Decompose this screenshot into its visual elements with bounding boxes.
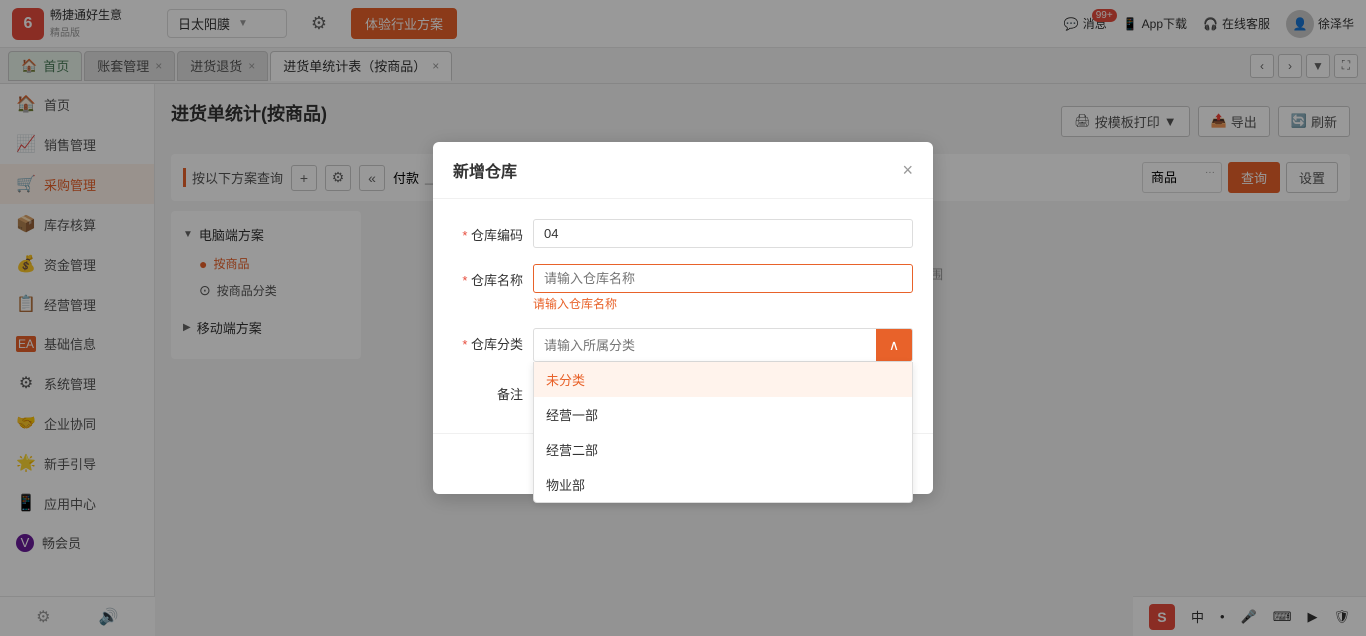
name-input-wrapper: 请输入仓库名称: [533, 264, 913, 312]
name-input[interactable]: [533, 264, 913, 293]
category-field-row: 仓库分类 ∧ 未分类 经营一部 经营二部 物业部: [453, 328, 913, 362]
note-label: 备注: [453, 378, 533, 403]
dialog-title: 新增仓库: [453, 158, 517, 182]
code-field-row: 仓库编码: [453, 219, 913, 248]
dialog-body: 仓库编码 仓库名称 请输入仓库名称 仓库分类: [433, 199, 933, 433]
category-toggle-btn[interactable]: ∧: [876, 329, 912, 361]
dialog-header: 新增仓库 ×: [433, 142, 933, 199]
category-input[interactable]: [534, 332, 876, 359]
category-dropdown-list: 未分类 经营一部 经营二部 物业部: [533, 362, 913, 503]
category-label: 仓库分类: [453, 328, 533, 353]
dialog-close-btn[interactable]: ×: [902, 160, 913, 181]
name-label: 仓库名称: [453, 264, 533, 289]
dropdown-item-dept3[interactable]: 物业部: [534, 467, 912, 502]
name-field-row: 仓库名称 请输入仓库名称: [453, 264, 913, 312]
code-input-wrapper: [533, 219, 913, 248]
dropdown-item-dept1[interactable]: 经营一部: [534, 397, 912, 432]
dialog-overlay: 新增仓库 × 仓库编码 仓库名称 请输入仓库名称: [0, 0, 1366, 636]
dropdown-item-uncategorized[interactable]: 未分类: [534, 362, 912, 397]
new-warehouse-dialog: 新增仓库 × 仓库编码 仓库名称 请输入仓库名称: [433, 142, 933, 494]
code-label: 仓库编码: [453, 219, 533, 244]
code-input[interactable]: [533, 219, 913, 248]
dropdown-item-dept2[interactable]: 经营二部: [534, 432, 912, 467]
category-input-wrapper: ∧ 未分类 经营一部 经营二部 物业部: [533, 328, 913, 362]
category-input-row: ∧: [533, 328, 913, 362]
name-error-text: 请输入仓库名称: [533, 295, 913, 312]
